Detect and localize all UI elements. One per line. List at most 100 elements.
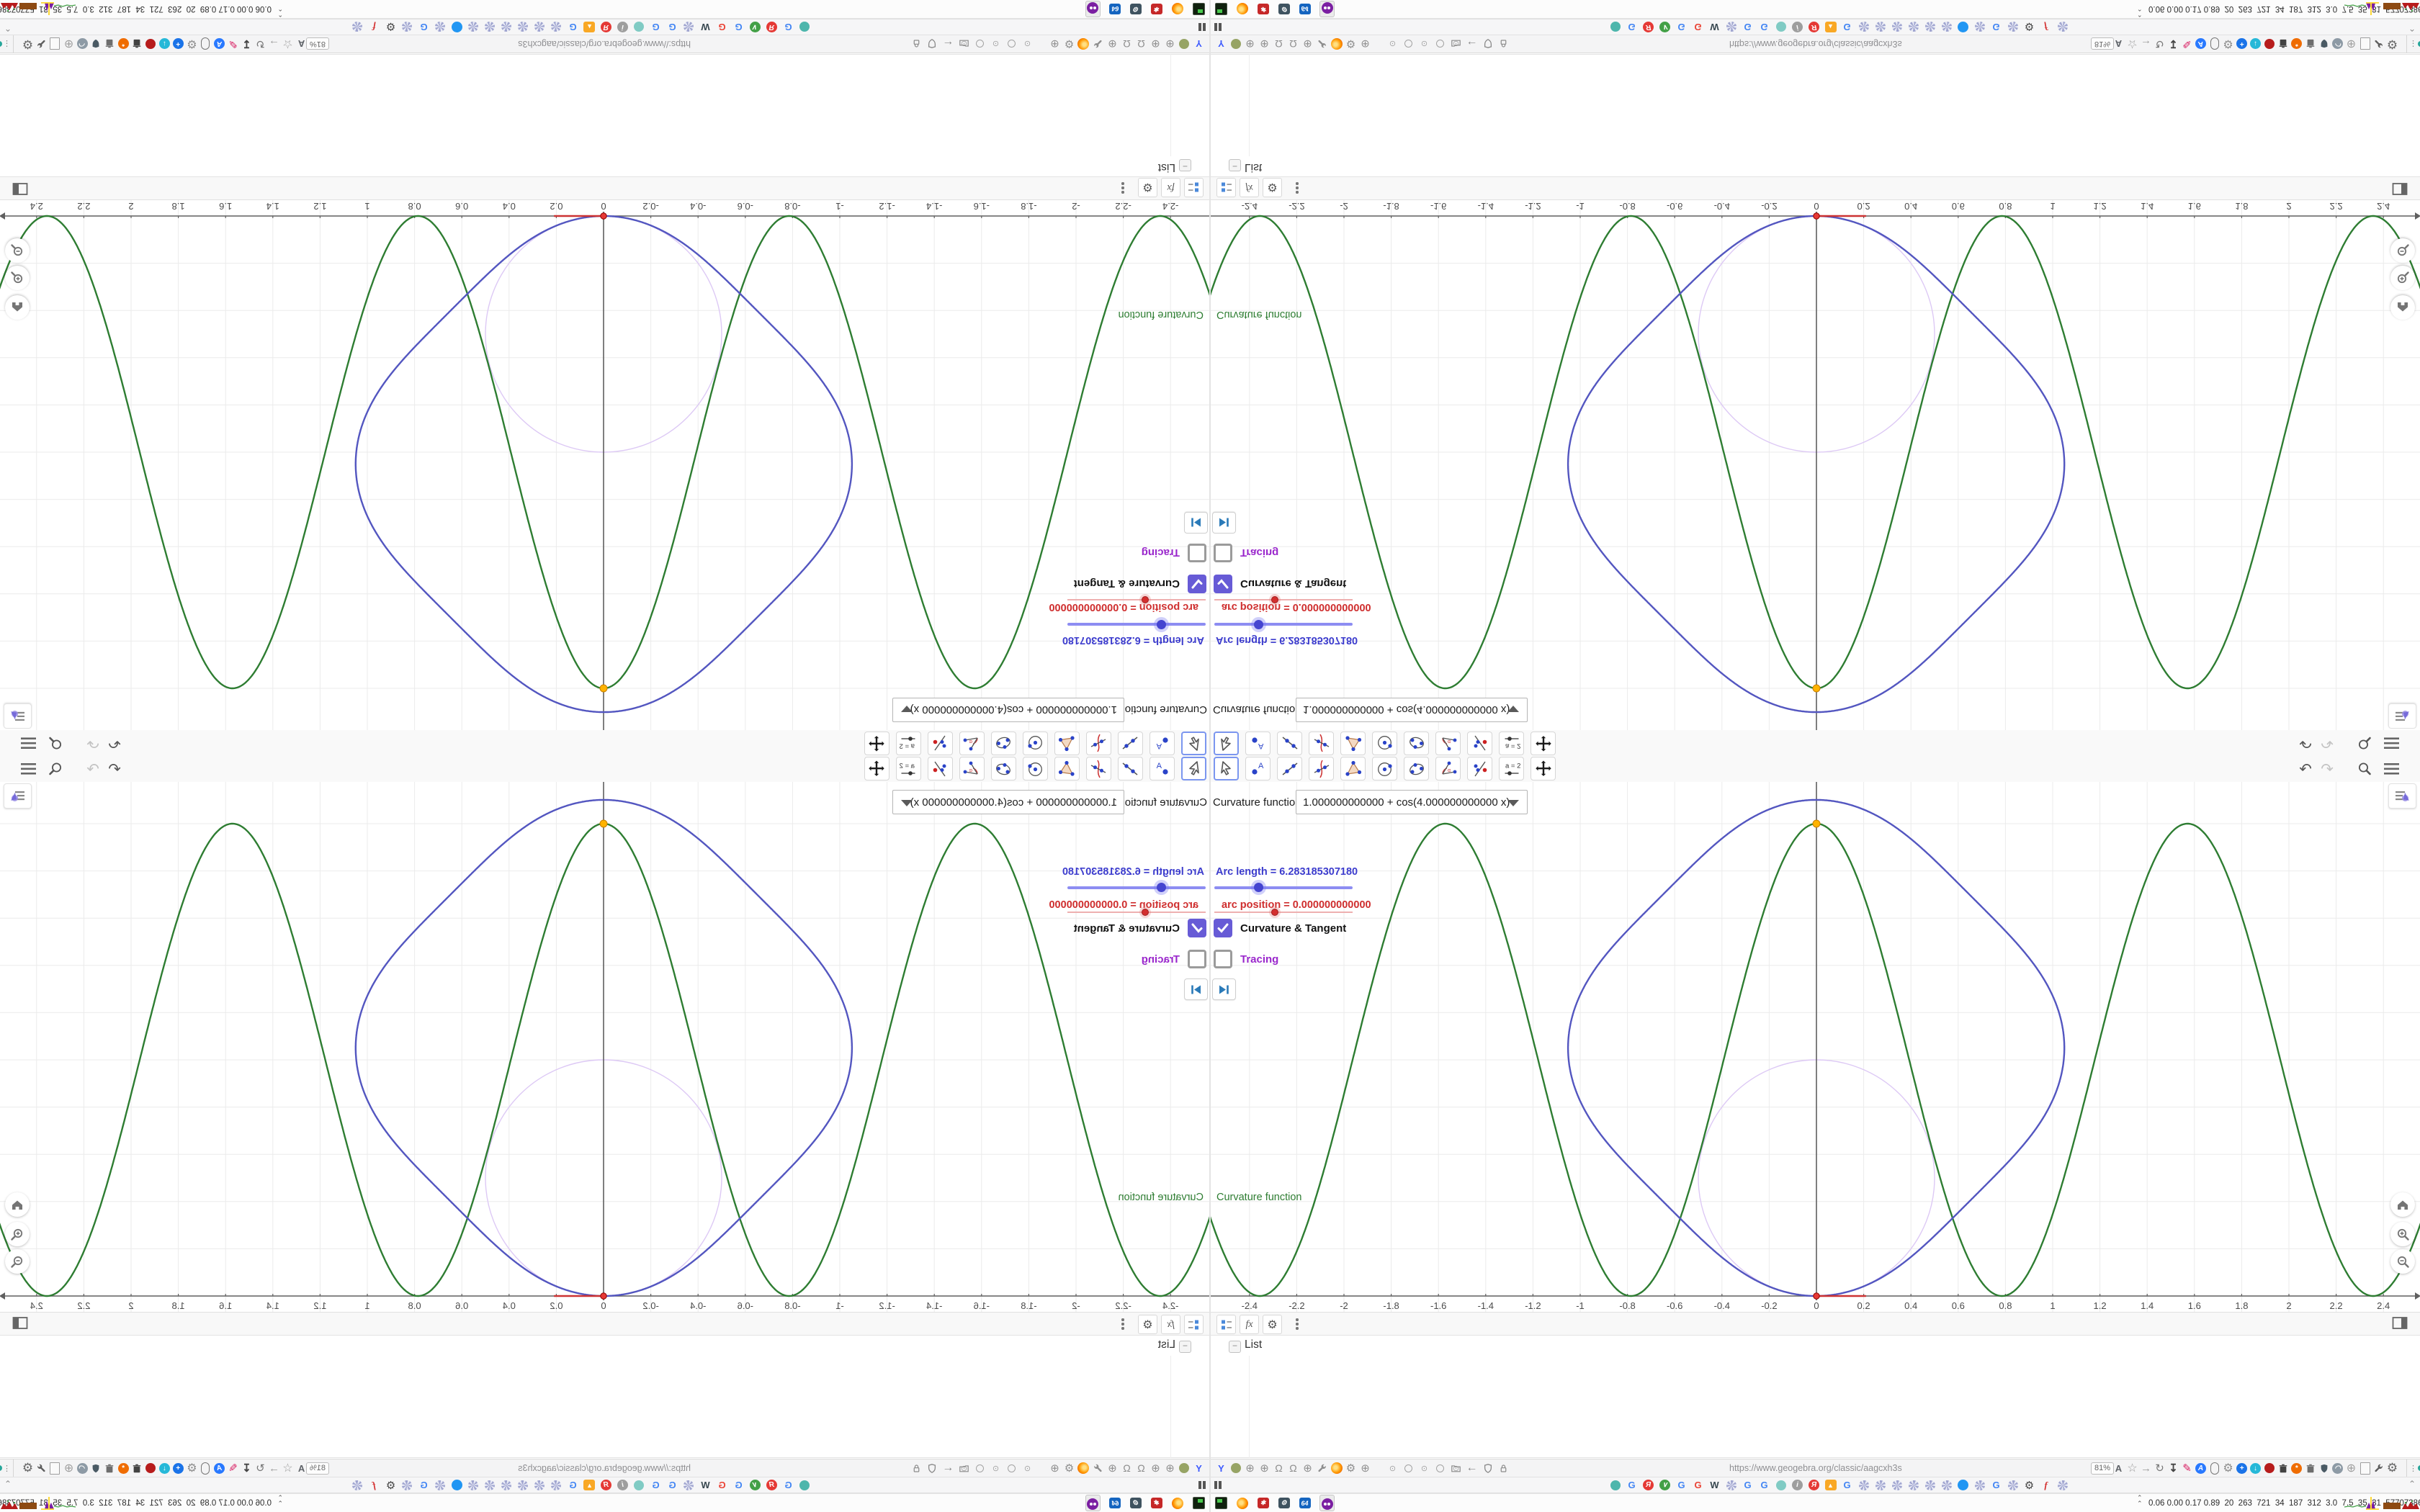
panel-toggle-icon[interactable]	[12, 178, 28, 196]
graphics-view[interactable]: -2.4 -2.2 -2 -1.8 -1.6 -1.4 -1.2 -1 -0.8 -0.6 -0.4…	[1211, 200, 2420, 730]
ellipse-tool-button[interactable]	[991, 757, 1016, 780]
bookmark-icon[interactable]: G	[1692, 1479, 1704, 1491]
glyph-icon[interactable]: Ω	[1273, 38, 1285, 50]
sort-chevrons-icon[interactable]: ⌃ ⌃	[277, 5, 283, 18]
extension-icon[interactable]: →	[2140, 38, 2152, 50]
extension-icon[interactable]: ☆	[282, 37, 294, 50]
bookmark-icon[interactable]: i	[1791, 21, 1803, 33]
owl-app-icon[interactable]	[1087, 1498, 1099, 1510]
arc-position-slider[interactable]	[1214, 596, 1353, 603]
bookmark-icon[interactable]	[1857, 21, 1870, 33]
bookmark-icon[interactable]: Я	[600, 1479, 612, 1491]
arc-length-slider[interactable]	[1214, 883, 1353, 892]
extension-icon[interactable]: ⚙	[186, 37, 198, 50]
fit-curve-tool-button[interactable]	[1086, 757, 1111, 780]
dot-icon[interactable]	[1229, 1462, 1242, 1475]
bookmark-icon[interactable]: ⚙	[385, 1479, 397, 1492]
zoom-level-badge[interactable]: 81%	[305, 37, 329, 50]
bookmark-icon[interactable]: f	[368, 21, 380, 33]
kebab-menu-icon[interactable]: ⋮	[3, 40, 11, 49]
graphics-stylebar-button[interactable]	[2388, 783, 2416, 809]
arc-position-slider[interactable]	[1214, 909, 1353, 916]
graphics-view[interactable]: -2.4 -2.2 -2 -1.8 -1.6 -1.4 -1.2 -1 -0.8 -0.6 -0.4…	[0, 200, 1209, 730]
angle-tool-button[interactable]: α	[1435, 732, 1461, 755]
extension-icon[interactable]: ⚙	[22, 37, 34, 51]
shield-icon[interactable]	[926, 1462, 938, 1475]
graphics-view[interactable]: -2.4 -2.2 -2 -1.8 -1.6 -1.4 -1.2 -1 -0.8 -0.6 -0.4…	[1211, 782, 2420, 1312]
step-forward-button[interactable]	[1212, 512, 1236, 534]
bookmark-icon[interactable]	[1775, 21, 1787, 33]
wrench-icon[interactable]	[1316, 38, 1328, 50]
firefox-icon[interactable]	[1077, 1462, 1090, 1475]
firefox-icon[interactable]	[1236, 3, 1248, 15]
chevron-up-icon[interactable]: ⌃	[2408, 1479, 2416, 1489]
zoom-in-button[interactable]	[2390, 266, 2415, 290]
gear-icon[interactable]: ⚙	[1263, 1315, 1282, 1334]
tab-dot-icon[interactable]: ⊙	[990, 1462, 1002, 1475]
bookmark-icon[interactable]	[1924, 1479, 1936, 1491]
move-tool-button[interactable]	[1214, 732, 1239, 755]
bookmark-icon[interactable]	[1940, 21, 1953, 33]
extension-icon[interactable]: ⚙	[2386, 1461, 2398, 1475]
move-view-tool-button[interactable]	[864, 757, 889, 780]
shield-icon[interactable]	[926, 38, 938, 50]
taskbar-app-icon[interactable]: ✱	[1151, 3, 1163, 15]
home-button[interactable]	[2390, 295, 2415, 320]
bookmark-icon[interactable]	[2007, 1479, 2019, 1491]
bookmark-icon[interactable]	[517, 1479, 529, 1491]
bookmark-icon[interactable]: G	[650, 1479, 662, 1491]
move-tool-button[interactable]	[1214, 757, 1239, 780]
extension-icon[interactable]	[200, 37, 212, 50]
graphics-view[interactable]: -2.4 -2.2 -2 -1.8 -1.6 -1.4 -1.2 -1 -0.8 -0.6 -0.4…	[0, 782, 1209, 1312]
url-text[interactable]: https://www.geogebra.org/classic/aagcxh3…	[1729, 35, 1902, 53]
owl-app-icon-selected[interactable]	[1319, 0, 1335, 18]
folder-icon[interactable]	[1450, 38, 1462, 50]
arc-position-slider[interactable]	[1067, 596, 1206, 603]
extension-icon[interactable]	[2359, 37, 2371, 50]
glyph-icon[interactable]: ⊕	[1258, 37, 1270, 50]
curvature-function-dropdown[interactable]: 1.000000000000 + cos(4.000000000000 x)	[892, 790, 1124, 814]
bookmark-icon[interactable]: f	[368, 1479, 380, 1491]
kebab-menu-icon[interactable]	[1290, 181, 1304, 195]
tab-dot-icon[interactable]: ⊙	[1021, 1462, 1034, 1475]
extension-icon[interactable]: ☆	[282, 1462, 294, 1475]
bookmark-icon[interactable]: Я	[1642, 21, 1654, 33]
undo-button[interactable]: ↶	[2295, 734, 2316, 752]
bookmark-icon[interactable]: G	[782, 21, 794, 33]
bookmark-icon[interactable]	[484, 1479, 496, 1491]
point-tool-button[interactable]: A	[1245, 732, 1270, 755]
kebab-menu-icon[interactable]	[1116, 181, 1130, 195]
extension-icon[interactable]	[2208, 37, 2220, 50]
extension-icon[interactable]: ⚙	[22, 1461, 34, 1475]
tab-dot-icon[interactable]	[974, 38, 986, 50]
line-tool-button[interactable]	[1118, 757, 1143, 780]
graphics-stylebar-button[interactable]	[4, 703, 32, 729]
glyph-icon[interactable]: Ω	[1273, 1462, 1285, 1475]
extension-icon[interactable]: ↓	[158, 1462, 171, 1475]
fx-icon[interactable]: fx	[1161, 178, 1180, 197]
step-forward-button[interactable]	[1184, 512, 1208, 534]
zoom-level-badge[interactable]: 81%	[2091, 37, 2115, 50]
kebab-menu-icon[interactable]: ⋮	[2409, 1464, 2417, 1473]
bookmark-icon[interactable]	[550, 21, 563, 33]
extension-icon[interactable]: *	[117, 1462, 130, 1475]
wrench-icon[interactable]	[1316, 1462, 1328, 1475]
extension-icon[interactable]: ✎	[227, 1462, 239, 1475]
bookmark-icon[interactable]	[1725, 21, 1737, 33]
line-tool-button[interactable]	[1118, 732, 1143, 755]
url-text[interactable]: https://www.geogebra.org/classic/aagcxh3…	[518, 1459, 691, 1477]
circle-tool-button[interactable]	[1372, 757, 1397, 780]
glyph-icon[interactable]: ⊕	[1164, 1462, 1176, 1475]
extension-icon[interactable]: A	[2112, 38, 2125, 50]
wrench-icon[interactable]	[1092, 1462, 1104, 1475]
extension-icon[interactable]	[49, 1462, 61, 1475]
extension-icon[interactable]: ⊕	[2345, 1462, 2357, 1475]
extension-icon[interactable]: ⚙	[2222, 37, 2234, 50]
bookmark-icon[interactable]	[683, 21, 695, 33]
bookmark-icon[interactable]	[1609, 1479, 1621, 1491]
bookmark-icon[interactable]: ⚙	[2023, 1479, 2035, 1492]
checkbox-checked-icon[interactable]	[1188, 575, 1206, 593]
bookmark-icon[interactable]: G	[567, 21, 579, 33]
firefox-icon[interactable]	[1330, 1462, 1343, 1475]
extension-icon[interactable]: ↻	[2154, 1462, 2166, 1475]
